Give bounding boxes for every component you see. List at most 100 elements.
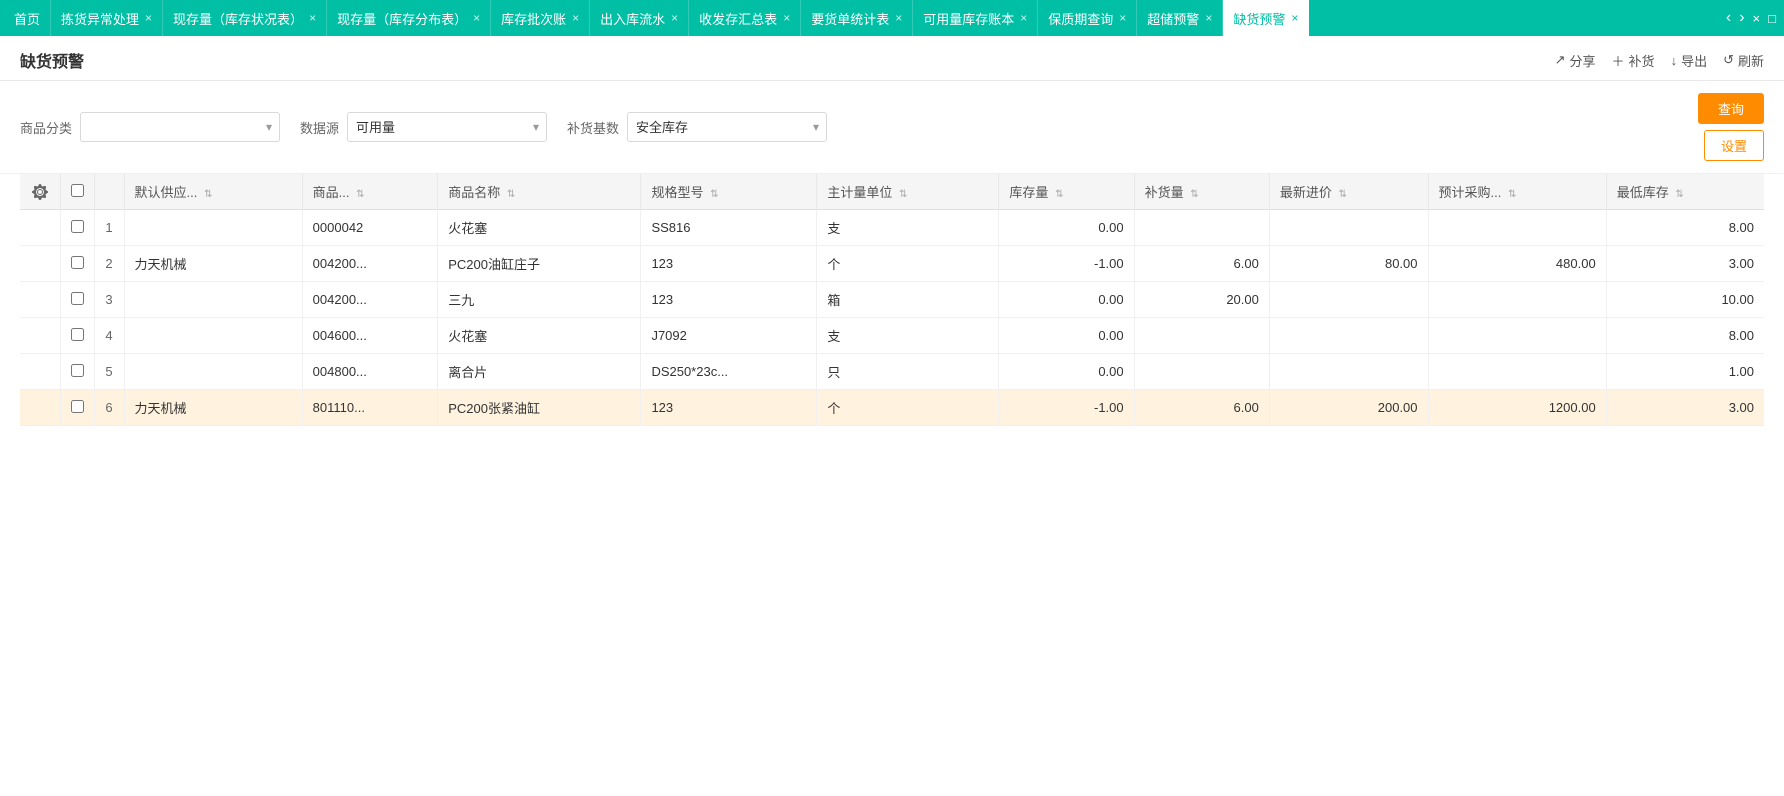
row-replenish-4 <box>1134 354 1269 390</box>
sort-icon-code: ⇅ <box>356 189 364 200</box>
tab-available[interactable]: 可用量库存账本 × <box>913 0 1038 36</box>
column-unit[interactable]: 主计量单位 ⇅ <box>817 174 999 210</box>
tab-available-close[interactable]: × <box>1020 11 1027 25</box>
column-latest-price[interactable]: 最新进价 ⇅ <box>1269 174 1428 210</box>
row-checkbox-4[interactable] <box>60 354 94 390</box>
column-default-supplier[interactable]: 默认供应... ⇅ <box>124 174 302 210</box>
row-select-5[interactable] <box>71 400 84 413</box>
column-checkbox[interactable] <box>60 174 94 210</box>
tab-expiry[interactable]: 保质期查询 × <box>1038 0 1137 36</box>
row-est-4 <box>1428 354 1606 390</box>
row-min-4: 1.00 <box>1606 354 1764 390</box>
tab-inventory-dist[interactable]: 现存量（库存分布表） × <box>327 0 491 36</box>
row-spec-0: SS816 <box>641 210 817 246</box>
row-unit-1: 个 <box>817 246 999 282</box>
replenish-button[interactable]: ＋ 补货 <box>1612 51 1655 70</box>
query-button[interactable]: 查询 <box>1698 93 1764 124</box>
settings-button[interactable]: 设置 <box>1704 130 1764 161</box>
tab-bar: 首页 拣货异常处理 × 现存量（库存状况表） × 现存量（库存分布表） × 库存… <box>0 0 1784 36</box>
tab-overstock-close[interactable]: × <box>1205 11 1212 25</box>
row-replenish-0 <box>1134 210 1269 246</box>
row-min-3: 8.00 <box>1606 318 1764 354</box>
row-num-5: 6 <box>94 390 124 426</box>
tab-overstock[interactable]: 超储预警 × <box>1137 0 1223 36</box>
column-spec[interactable]: 规格型号 ⇅ <box>641 174 817 210</box>
row-checkbox-3[interactable] <box>60 318 94 354</box>
row-num-4: 5 <box>94 354 124 390</box>
tab-inventory-status[interactable]: 现存量（库存状况表） × <box>163 0 327 36</box>
row-checkbox-1[interactable] <box>60 246 94 282</box>
row-num-2: 3 <box>94 282 124 318</box>
row-replenish-3 <box>1134 318 1269 354</box>
replenish-base-select[interactable]: 安全库存 <box>627 112 827 142</box>
category-filter-group: 商品分类 <box>20 112 280 142</box>
tab-home[interactable]: 首页 <box>4 0 51 36</box>
share-icon: ↗ <box>1555 52 1566 68</box>
tab-maximize-button[interactable]: □ <box>1764 0 1780 36</box>
refresh-button[interactable]: ↺ 刷新 <box>1723 51 1764 70</box>
sort-icon-supplier: ⇅ <box>204 189 212 200</box>
row-spec-4: DS250*23c... <box>641 354 817 390</box>
row-min-2: 10.00 <box>1606 282 1764 318</box>
tab-exception-close[interactable]: × <box>145 11 152 25</box>
column-product-name[interactable]: 商品名称 ⇅ <box>438 174 641 210</box>
row-select-1[interactable] <box>71 256 84 269</box>
export-button[interactable]: ↓ 导出 <box>1671 51 1708 70</box>
row-num-3: 4 <box>94 318 124 354</box>
row-est-5: 1200.00 <box>1428 390 1606 426</box>
tab-batch[interactable]: 库存批次账 × <box>491 0 590 36</box>
column-est-purchase[interactable]: 预计采购... ⇅ <box>1428 174 1606 210</box>
row-price-3 <box>1269 318 1428 354</box>
row-supplier-5: 力天机械 <box>124 390 302 426</box>
tab-inventory-dist-close[interactable]: × <box>473 11 480 25</box>
row-unit-0: 支 <box>817 210 999 246</box>
row-select-0[interactable] <box>71 220 84 233</box>
row-checkbox-5[interactable] <box>60 390 94 426</box>
row-select-4[interactable] <box>71 364 84 377</box>
row-select-3[interactable] <box>71 328 84 341</box>
share-button[interactable]: ↗ 分享 <box>1555 51 1596 70</box>
tab-prev-button[interactable]: ‹ <box>1722 0 1735 36</box>
tab-inout-flow[interactable]: 出入库流水 × <box>590 0 689 36</box>
row-est-2 <box>1428 282 1606 318</box>
row-unit-5: 个 <box>817 390 999 426</box>
column-min-stock[interactable]: 最低库存 ⇅ <box>1606 174 1764 210</box>
row-price-0 <box>1269 210 1428 246</box>
datasource-filter-group: 数据源 可用量 <box>300 112 547 142</box>
column-stock[interactable]: 库存量 ⇅ <box>999 174 1134 210</box>
tab-collect[interactable]: 收发存汇总表 × <box>689 0 801 36</box>
tab-inout-close[interactable]: × <box>671 11 678 25</box>
page-content: 缺货预警 ↗ 分享 ＋ 补货 ↓ 导出 ↺ 刷新 商品分类 <box>0 36 1784 796</box>
category-select[interactable] <box>80 112 280 142</box>
tab-batch-close[interactable]: × <box>572 11 579 25</box>
tab-next-button[interactable]: › <box>1735 0 1748 36</box>
replenish-base-label: 补货基数 <box>567 118 619 137</box>
tab-shortage-close[interactable]: × <box>1291 11 1298 25</box>
tab-inventory-status-close[interactable]: × <box>309 11 316 25</box>
datasource-select[interactable]: 可用量 <box>347 112 547 142</box>
row-price-5: 200.00 <box>1269 390 1428 426</box>
column-product-code[interactable]: 商品... ⇅ <box>302 174 438 210</box>
select-all-checkbox[interactable] <box>71 184 84 197</box>
tab-shortage[interactable]: 缺货预警 × <box>1223 0 1309 36</box>
row-est-3 <box>1428 318 1606 354</box>
tab-expiry-close[interactable]: × <box>1119 11 1126 25</box>
row-replenish-1: 6.00 <box>1134 246 1269 282</box>
sort-icon-est: ⇅ <box>1508 189 1516 200</box>
tab-exception[interactable]: 拣货异常处理 × <box>51 0 163 36</box>
table-row: 5 004800... 离合片 DS250*23c... 只 0.00 1.00 <box>20 354 1764 390</box>
column-replenish-qty[interactable]: 补货量 ⇅ <box>1134 174 1269 210</box>
row-checkbox-0[interactable] <box>60 210 94 246</box>
column-gear[interactable] <box>20 174 60 210</box>
row-checkbox-2[interactable] <box>60 282 94 318</box>
row-code-1: 004200... <box>302 246 438 282</box>
tab-req-close[interactable]: × <box>895 11 902 25</box>
tab-req-stat[interactable]: 要货单统计表 × <box>801 0 913 36</box>
tab-collect-close[interactable]: × <box>783 11 790 25</box>
row-price-4 <box>1269 354 1428 390</box>
row-select-2[interactable] <box>71 292 84 305</box>
row-supplier-1: 力天机械 <box>124 246 302 282</box>
tab-close-all-button[interactable]: × <box>1749 0 1765 36</box>
datasource-select-wrapper: 可用量 <box>347 112 547 142</box>
row-code-0: 0000042 <box>302 210 438 246</box>
